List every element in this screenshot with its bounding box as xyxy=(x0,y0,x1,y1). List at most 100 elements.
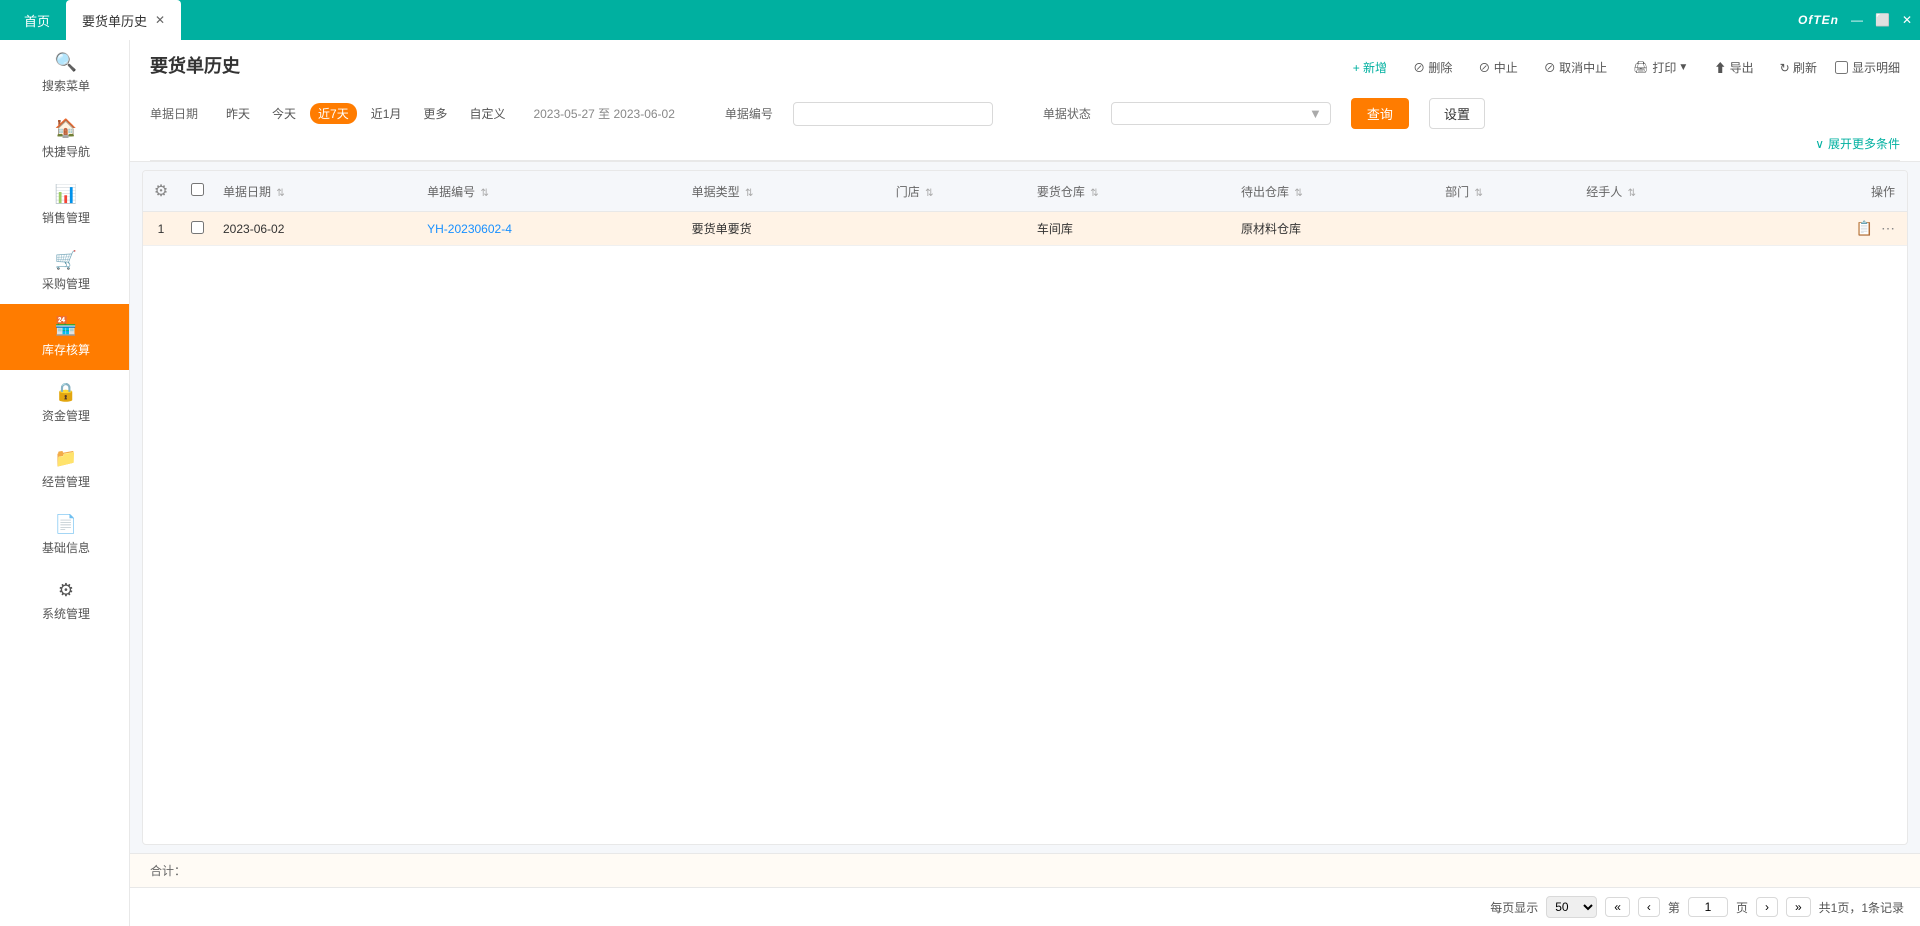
row-checkbox[interactable] xyxy=(191,221,204,234)
sidebar-item-inventory[interactable]: 🏪 库存核算 xyxy=(0,304,129,370)
cancel-stop-button[interactable]: ⊘ 取消中止 xyxy=(1536,55,1615,80)
content-area: 要货单历史 + 新增 ⊘ 删除 ⊘ 中止 ⊘ 取消中止 🖨 打印 ▼ ⬆ 导出 … xyxy=(130,40,1920,926)
display-detail-label: 显示明细 xyxy=(1852,59,1900,76)
row-checkbox-cell xyxy=(179,212,215,246)
first-page-btn[interactable]: « xyxy=(1605,897,1630,917)
col-bill-date: 单据日期 ⇅ xyxy=(215,171,419,212)
status-label: 单据状态 xyxy=(1043,105,1091,122)
col-checkbox xyxy=(179,171,215,212)
print-label: 打印 ▼ xyxy=(1652,59,1688,76)
col-handler-label: 经手人 xyxy=(1586,185,1622,199)
total-label: 合计： xyxy=(150,862,186,879)
stop-button[interactable]: ⊘ 中止 xyxy=(1470,55,1525,80)
col-bill-no: 单据编号 ⇅ xyxy=(419,171,683,212)
display-detail-checkbox[interactable]: 显示明细 xyxy=(1835,59,1900,76)
date-btn-1month[interactable]: 近1月 xyxy=(363,103,410,124)
delete-button[interactable]: ⊘ 删除 xyxy=(1405,55,1460,80)
filter-bar: 单据日期 昨天 今天 近7天 近1月 更多 自定义 2023-05-27 至 2… xyxy=(150,90,1900,161)
last-page-btn[interactable]: » xyxy=(1786,897,1811,917)
page-header: 要货单历史 + 新增 ⊘ 删除 ⊘ 中止 ⊘ 取消中止 🖨 打印 ▼ ⬆ 导出 … xyxy=(130,40,1920,162)
page-title: 要货单历史 xyxy=(150,52,240,78)
row-handler xyxy=(1578,212,1751,246)
sidebar-item-label: 销售管理 xyxy=(42,209,90,226)
expand-label: 展开更多条件 xyxy=(1828,135,1900,152)
main-layout: 🔍 搜索菜单 🏠 快捷导航 📊 销售管理 🛒 采购管理 🏪 库存核算 🔒 资金管… xyxy=(0,40,1920,926)
sidebar-item-label: 系统管理 xyxy=(42,605,90,622)
col-pending-warehouse-label: 待出仓库 xyxy=(1241,185,1289,199)
sidebar-item-label: 搜索菜单 xyxy=(42,77,90,94)
page-label: 第 xyxy=(1668,899,1680,916)
ops-icon: 📁 xyxy=(55,448,77,469)
quick-nav-icon: 🏠 xyxy=(55,118,77,139)
row-bill-no[interactable]: YH-20230602-4 xyxy=(419,212,683,246)
tab-requisition-history[interactable]: 要货单历史 ✕ xyxy=(66,0,181,40)
sidebar-item-basic-info[interactable]: 📄 基础信息 xyxy=(0,502,129,568)
sidebar-item-label: 资金管理 xyxy=(42,407,90,424)
bill-no-link[interactable]: YH-20230602-4 xyxy=(427,222,512,236)
col-store-label: 门店 xyxy=(896,185,920,199)
date-btn-custom[interactable]: 自定义 xyxy=(461,103,513,124)
bill-no-label: 单据编号 xyxy=(725,105,773,122)
sidebar-item-sys-mgmt[interactable]: ⚙ 系统管理 xyxy=(0,568,129,634)
tab-home[interactable]: 首页 xyxy=(8,0,66,40)
sort-icon: ⇅ xyxy=(925,188,933,199)
new-button[interactable]: + 新增 xyxy=(1345,55,1395,80)
col-req-warehouse: 要货仓库 ⇅ xyxy=(1029,171,1233,212)
finance-icon: 🔒 xyxy=(55,382,77,403)
refresh-button[interactable]: ↻ 刷新 xyxy=(1772,55,1825,80)
sidebar-item-search-menu[interactable]: 🔍 搜索菜单 xyxy=(0,40,129,106)
sidebar: 🔍 搜索菜单 🏠 快捷导航 📊 销售管理 🛒 采购管理 🏪 库存核算 🔒 资金管… xyxy=(0,40,130,926)
more-icon[interactable]: ⋯ xyxy=(1881,220,1895,237)
next-page-btn[interactable]: › xyxy=(1756,897,1778,917)
close-btn[interactable]: ✕ xyxy=(1902,13,1912,27)
col-bill-type: 单据类型 ⇅ xyxy=(684,171,888,212)
settings-button[interactable]: 设置 xyxy=(1429,98,1485,129)
date-btn-7days[interactable]: 近7天 xyxy=(310,103,357,124)
tab-close-icon[interactable]: ✕ xyxy=(155,13,165,27)
print-button[interactable]: 🖨 打印 ▼ xyxy=(1625,55,1696,80)
display-detail-input[interactable] xyxy=(1835,61,1848,74)
export-button[interactable]: ⬆ 导出 xyxy=(1706,55,1761,80)
sidebar-item-purchase[interactable]: 🛒 采购管理 xyxy=(0,238,129,304)
row-num: 1 xyxy=(143,212,179,246)
sidebar-item-label: 库存核算 xyxy=(42,341,90,358)
row-bill-date: 2023-06-02 xyxy=(215,212,419,246)
col-bill-no-label: 单据编号 xyxy=(427,185,475,199)
query-button[interactable]: 查询 xyxy=(1351,98,1409,129)
sidebar-item-label: 快捷导航 xyxy=(42,143,90,160)
sort-icon: ⇅ xyxy=(1628,188,1636,199)
sidebar-item-sales[interactable]: 📊 销售管理 xyxy=(0,172,129,238)
prev-page-btn[interactable]: ‹ xyxy=(1638,897,1660,917)
bill-no-input[interactable] xyxy=(793,102,993,126)
date-btn-today[interactable]: 今天 xyxy=(264,103,304,124)
sidebar-item-ops[interactable]: 📁 经营管理 xyxy=(0,436,129,502)
status-select[interactable]: ▼ xyxy=(1111,102,1331,125)
maximize-btn[interactable]: ⬜ xyxy=(1875,13,1890,27)
table-wrapper: ⚙ 单据日期 ⇅ 单据编号 ⇅ xyxy=(142,170,1908,845)
select-all-checkbox[interactable] xyxy=(191,183,204,196)
expand-more-btn[interactable]: ∨ 展开更多条件 xyxy=(1815,135,1900,152)
page-suffix: 页 xyxy=(1736,899,1748,916)
per-page-select[interactable]: 50 100 200 xyxy=(1546,896,1597,918)
col-actions: 操作 xyxy=(1751,171,1907,212)
sort-icon: ⇅ xyxy=(1090,188,1098,199)
sidebar-item-finance[interactable]: 🔒 资金管理 xyxy=(0,370,129,436)
column-settings-icon[interactable]: ⚙ xyxy=(154,183,168,200)
basic-info-icon: 📄 xyxy=(55,514,77,535)
edit-icon[interactable]: 📋 xyxy=(1856,220,1873,237)
col-dept: 部门 ⇅ xyxy=(1437,171,1578,212)
sidebar-item-quick-nav[interactable]: 🏠 快捷导航 xyxy=(0,106,129,172)
minimize-btn[interactable]: — xyxy=(1851,13,1863,27)
col-handler: 经手人 ⇅ xyxy=(1578,171,1751,212)
page-input[interactable] xyxy=(1688,897,1728,917)
per-page-label: 每页显示 xyxy=(1490,899,1538,916)
date-btn-yesterday[interactable]: 昨天 xyxy=(218,103,258,124)
row-dept xyxy=(1437,212,1578,246)
pagination-bar: 每页显示 50 100 200 « ‹ 第 页 › » 共1页，1条记录 xyxy=(130,887,1920,926)
toolbar: + 新增 ⊘ 删除 ⊘ 中止 ⊘ 取消中止 🖨 打印 ▼ ⬆ 导出 ↻ 刷新 显… xyxy=(1345,55,1900,80)
action-icons: 📋 ⋯ xyxy=(1759,220,1895,237)
print-icon: 🖨 xyxy=(1633,60,1648,74)
sort-icon: ⇅ xyxy=(1294,188,1302,199)
col-dept-label: 部门 xyxy=(1445,185,1469,199)
date-btn-more[interactable]: 更多 xyxy=(415,103,455,124)
